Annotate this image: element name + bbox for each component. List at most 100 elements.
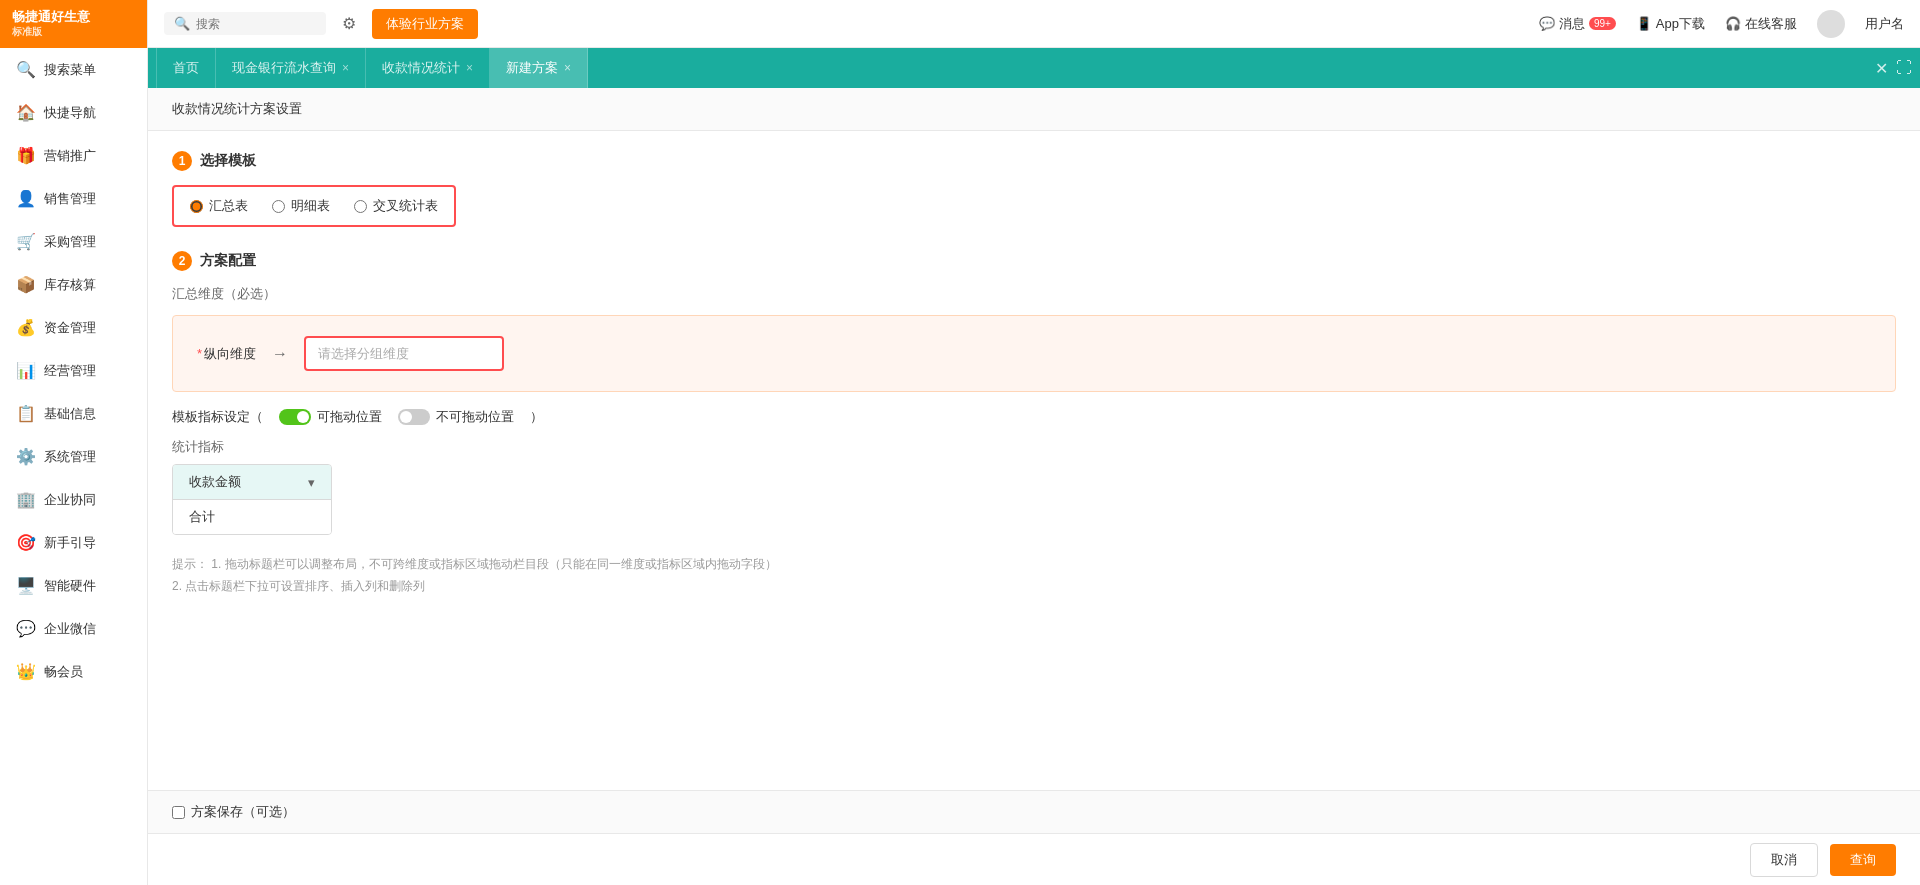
topbar: 🔍 ⚙ 体验行业方案 💬 消息 99+ 📱 App下载 🎧 在线客服 用户名 [148, 0, 1920, 48]
sidebar-item-operations[interactable]: 📊 经营管理 [0, 349, 147, 392]
sidebar-item-label: 营销推广 [44, 147, 96, 165]
tab-bank-flow[interactable]: 现金银行流水查询 × [216, 48, 366, 88]
search-icon: 🔍 [174, 16, 190, 31]
page-breadcrumb: 收款情况统计方案设置 [148, 88, 1920, 131]
online-service-icon: 🎧 [1725, 16, 1741, 31]
breadcrumb-text: 收款情况统计方案设置 [172, 101, 302, 116]
tab-bank-flow-close-icon[interactable]: × [342, 61, 349, 75]
member-icon: 👑 [16, 662, 36, 681]
inventory-icon: 📦 [16, 275, 36, 294]
message-badge: 99+ [1589, 17, 1616, 30]
step1-text: 选择模板 [200, 152, 256, 170]
dimension-row: *纵向维度 → 请选择分组维度 [197, 336, 1871, 371]
query-button[interactable]: 查询 [1830, 844, 1896, 876]
sidebar-item-basic-info[interactable]: 📋 基础信息 [0, 392, 147, 435]
message-button[interactable]: 💬 消息 99+ [1539, 15, 1616, 33]
tab-bar: 首页 现金银行流水查询 × 收款情况统计 × 新建方案 × ✕ ⛶ [148, 48, 1920, 88]
sidebar-item-finance[interactable]: 💰 资金管理 [0, 306, 147, 349]
dimension-area: *纵向维度 → 请选择分组维度 [172, 315, 1896, 392]
hint-line-2: 2. 点击标题栏下拉可设置排序、插入列和删除列 [172, 576, 1896, 598]
app-download-label: App下载 [1656, 15, 1705, 33]
marketing-icon: 🎁 [16, 146, 36, 165]
trial-industry-button[interactable]: 体验行业方案 [372, 9, 478, 39]
sidebar-item-label: 经营管理 [44, 362, 96, 380]
finance-icon: 💰 [16, 318, 36, 337]
draggable-toggle-switch[interactable] [279, 409, 311, 425]
settings-icon[interactable]: ⚙ [342, 14, 356, 33]
metrics-table-header[interactable]: 收款金额 ▾ [173, 465, 331, 500]
dimension-select[interactable]: 请选择分组维度 [304, 336, 504, 371]
template-detail-radio[interactable] [272, 200, 285, 213]
user-avatar[interactable] [1817, 10, 1845, 38]
sidebar-nav: 🔍搜索菜单🏠快捷导航 🎁 营销推广 👤销售管理🛒采购管理📦库存核算 💰 资金管理 📊 经营管理… [0, 48, 147, 885]
template-cross-option[interactable]: 交叉统计表 [354, 197, 438, 215]
guide-icon: 🎯 [16, 533, 36, 552]
sidebar-item-marketing[interactable]: 🎁 营销推广 [0, 134, 147, 177]
non-draggable-toggle-switch[interactable] [398, 409, 430, 425]
page-footer: 方案保存（可选） [148, 790, 1920, 833]
online-service-button[interactable]: 🎧 在线客服 [1725, 15, 1797, 33]
user-name[interactable]: 用户名 [1865, 15, 1904, 33]
template-cross-label: 交叉统计表 [373, 197, 438, 215]
required-mark: * [197, 346, 202, 361]
sidebar-item-label: 资金管理 [44, 319, 96, 337]
template-detail-option[interactable]: 明细表 [272, 197, 330, 215]
tab-expand-icon[interactable]: ⛶ [1896, 59, 1912, 77]
sidebar-item-guide[interactable]: 🎯新手引导 [0, 521, 147, 564]
sidebar-item-label: 畅会员 [44, 663, 83, 681]
step1-num: 1 [172, 151, 192, 171]
metrics-table-cell: 合计 [173, 500, 331, 534]
sidebar-item-system[interactable]: ⚙️系统管理 [0, 435, 147, 478]
template-selector: 汇总表 明细表 交叉统计表 [172, 185, 456, 227]
sidebar-item-wechat[interactable]: 💬企业微信 [0, 607, 147, 650]
app-download-icon: 📱 [1636, 16, 1652, 31]
tab-home[interactable]: 首页 [156, 48, 216, 88]
metrics-column-header: 收款金额 [189, 473, 241, 491]
sidebar-item-label: 基础信息 [44, 405, 96, 423]
step2-section: 2 方案配置 汇总维度（必选） *纵向维度 → 请选择分组维度 [172, 251, 1896, 597]
save-plan-checkbox-label[interactable]: 方案保存（可选） [172, 803, 295, 821]
draggable-toggle-label: 可拖动位置 [317, 408, 382, 426]
tab-new-plan[interactable]: 新建方案 × [490, 48, 588, 88]
template-summary-option[interactable]: 汇总表 [190, 197, 248, 215]
page-content: 收款情况统计方案设置 1 选择模板 汇总表 [148, 88, 1920, 833]
sidebar-item-enterprise[interactable]: 🏢企业协同 [0, 478, 147, 521]
hardware-icon: 🖥️ [16, 576, 36, 595]
search-input[interactable] [196, 17, 316, 31]
arrow-icon: → [272, 345, 288, 363]
basic-info-icon: 📋 [16, 404, 36, 423]
template-cross-radio[interactable] [354, 200, 367, 213]
sidebar-item-member[interactable]: 👑 畅会员 [0, 650, 147, 693]
operations-icon: 📊 [16, 361, 36, 380]
template-summary-radio[interactable] [190, 200, 203, 213]
sidebar-item-label: 企业微信 [44, 620, 96, 638]
search-icon: 🔍 [16, 60, 36, 79]
save-plan-checkbox[interactable] [172, 806, 185, 819]
tab-receipt-stats[interactable]: 收款情况统计 × [366, 48, 490, 88]
tab-new-plan-label: 新建方案 [506, 59, 558, 77]
sidebar-item-search[interactable]: 🔍搜索菜单 [0, 48, 147, 91]
tab-new-plan-close-icon[interactable]: × [564, 61, 571, 75]
sidebar-item-quick-nav[interactable]: 🏠快捷导航 [0, 91, 147, 134]
sidebar-item-label: 销售管理 [44, 190, 96, 208]
tab-bank-flow-label: 现金银行流水查询 [232, 59, 336, 77]
tab-receipt-stats-close-icon[interactable]: × [466, 61, 473, 75]
tab-close-icon[interactable]: ✕ [1875, 59, 1888, 78]
sidebar-item-label: 企业协同 [44, 491, 96, 509]
step2-label: 2 方案配置 [172, 251, 1896, 271]
quick-nav-icon: 🏠 [16, 103, 36, 122]
sidebar-item-label: 智能硬件 [44, 577, 96, 595]
template-summary-label: 汇总表 [209, 197, 248, 215]
draggable-toggle-item[interactable]: 可拖动位置 [279, 408, 382, 426]
chevron-down-icon[interactable]: ▾ [308, 475, 315, 490]
sidebar-item-purchase[interactable]: 🛒采购管理 [0, 220, 147, 263]
app-download-button[interactable]: 📱 App下载 [1636, 15, 1705, 33]
sidebar-item-hardware[interactable]: 🖥️ 智能硬件 [0, 564, 147, 607]
non-draggable-toggle-item[interactable]: 不可拖动位置 [398, 408, 514, 426]
cancel-button[interactable]: 取消 [1750, 843, 1818, 877]
dimension-section-label: 汇总维度（必选） [172, 285, 1896, 303]
logo-sub-text: 标准版 [12, 25, 90, 39]
sidebar-item-inventory[interactable]: 📦库存核算 [0, 263, 147, 306]
search-box[interactable]: 🔍 [164, 12, 326, 35]
sidebar-item-sales[interactable]: 👤销售管理 [0, 177, 147, 220]
